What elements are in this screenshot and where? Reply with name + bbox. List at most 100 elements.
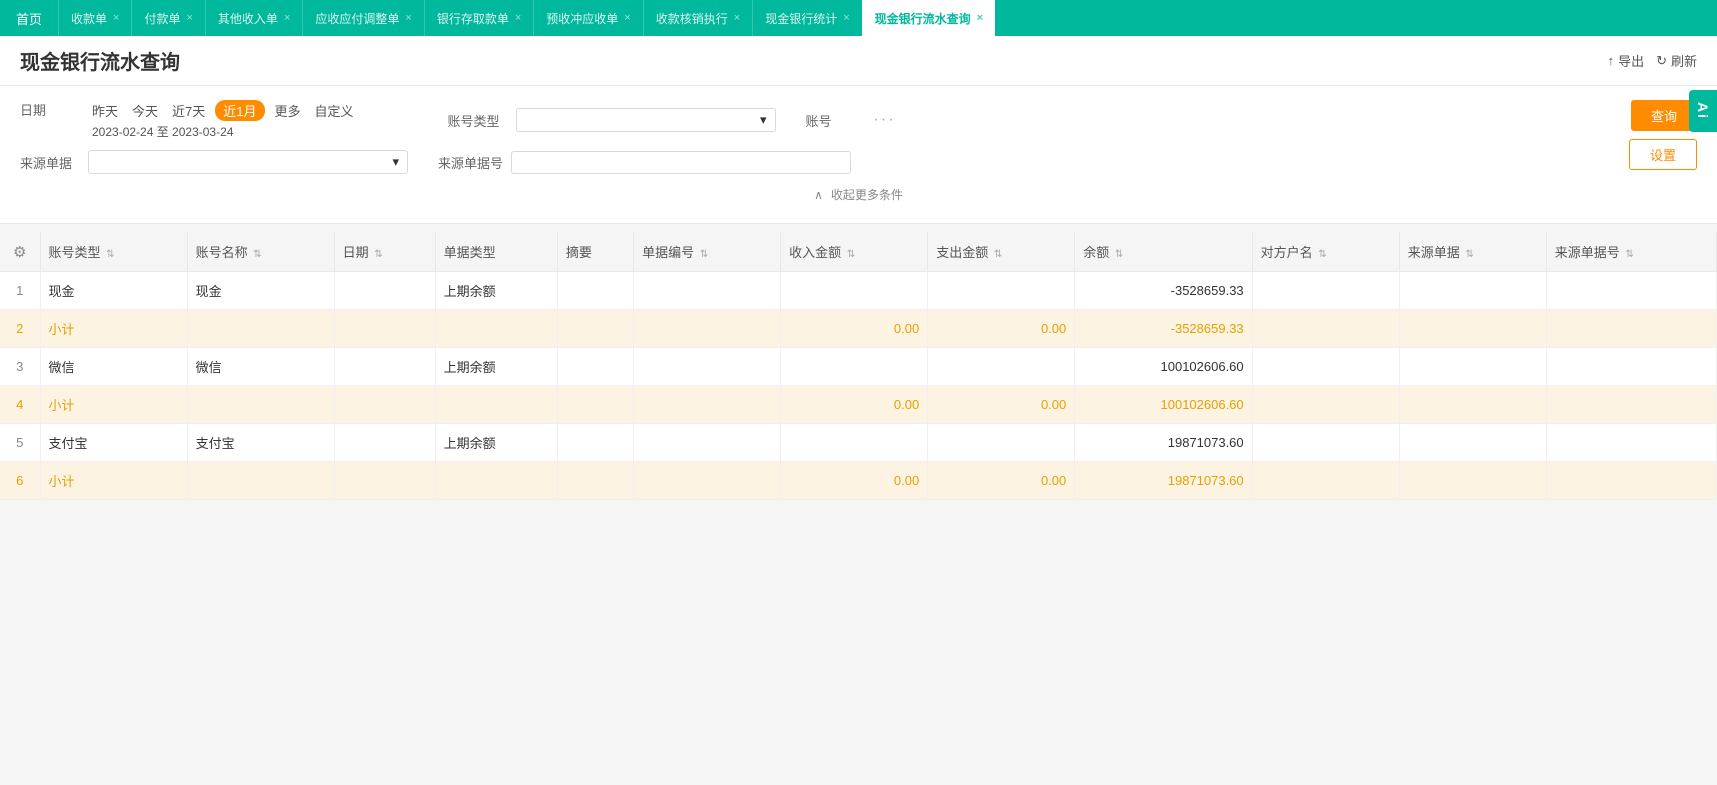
nav-tab-yushou-chong[interactable]: 预收冲应收单 × [533,0,642,36]
row-doc-type [435,386,557,424]
source-doc-select[interactable]: ▾ [88,150,408,174]
account-type-select[interactable]: ▾ [516,108,776,132]
export-icon: ↑ [1608,53,1615,68]
row-doc-no [634,462,781,500]
nav-tab-yinghang-cunqu[interactable]: 银行存取款单 × [424,0,533,36]
nav-tab-shoukuandan[interactable]: 收款单 × [58,0,131,36]
row-income: 0.00 [781,386,928,424]
row-balance: 100102606.60 [1075,386,1252,424]
row-no: 2 [0,310,40,348]
date-opt-more[interactable]: 更多 [271,100,305,121]
row-counterpart [1252,272,1399,310]
collapse-bar[interactable]: ∧ 收起更多条件 [20,180,1697,209]
table-header-row: ⚙ 账号类型 ⇅ 账号名称 ⇅ 日期 ⇅ 单据类型 摘要 [0,232,1717,272]
close-icon[interactable]: × [284,12,290,24]
close-icon[interactable]: × [843,12,849,24]
table-row: 4 小计 0.00 0.00 100102606.60 [0,386,1717,424]
column-summary[interactable]: 摘要 [557,232,633,272]
close-icon[interactable]: × [113,12,119,24]
setting-button[interactable]: 设置 [1629,139,1697,170]
row-doc-type: 上期余额 [435,424,557,462]
date-range-display: 2023-02-24 至 2023-03-24 [92,123,358,140]
date-opt-7days[interactable]: 近7天 [168,100,209,121]
row-doc-no [634,310,781,348]
query-button[interactable]: 查询 [1631,100,1697,131]
refresh-button[interactable]: ↻ 刷新 [1656,51,1697,70]
row-no: 5 [0,424,40,462]
close-icon[interactable]: × [515,12,521,24]
nav-home[interactable]: 首页 [0,0,58,36]
sort-icon: ⇅ [1465,249,1473,260]
row-summary [557,310,633,348]
export-button[interactable]: ↑ 导出 [1608,51,1645,70]
table-row: 1 现金 现金 上期余额 -3528659.33 [0,272,1717,310]
table-row: 3 微信 微信 上期余额 100102606.60 [0,348,1717,386]
row-balance: -3528659.33 [1075,272,1252,310]
row-summary [557,462,633,500]
row-doc-type: 上期余额 [435,348,557,386]
nav-tab-yingshouyingfu[interactable]: 应收应付调整单 × [302,0,423,36]
date-opt-1month[interactable]: 近1月 [215,100,264,121]
column-expense[interactable]: 支出金额 ⇅ [928,232,1075,272]
column-balance[interactable]: 余额 ⇅ [1075,232,1252,272]
nav-tab-xianjin-liushui[interactable]: 现金银行流水查询 × [862,0,995,36]
row-balance: 19871073.60 [1075,462,1252,500]
nav-tab-fukuandan[interactable]: 付款单 × [131,0,204,36]
row-no: 3 [0,348,40,386]
nav-tab-qitashouru[interactable]: 其他收入单 × [205,0,302,36]
column-income[interactable]: 收入金额 ⇅ [781,232,928,272]
row-income: 0.00 [781,310,928,348]
column-account-type[interactable]: 账号类型 ⇅ [40,232,187,272]
refresh-icon: ↻ [1656,53,1667,69]
sort-icon: ⇅ [1115,249,1123,260]
column-counterpart[interactable]: 对方户名 ⇅ [1252,232,1399,272]
close-icon[interactable]: × [624,12,630,24]
row-no: 1 [0,272,40,310]
row-account-type: 小计 [40,310,187,348]
row-date [334,348,435,386]
column-date[interactable]: 日期 ⇅ [334,232,435,272]
column-gear[interactable]: ⚙ [0,232,40,272]
data-table: ⚙ 账号类型 ⇅ 账号名称 ⇅ 日期 ⇅ 单据类型 摘要 [0,232,1717,500]
row-account-name: 现金 [187,272,334,310]
source-doc-no-input[interactable] [511,151,851,174]
row-expense: 0.00 [928,386,1075,424]
row-no: 6 [0,462,40,500]
row-source-doc-no [1546,424,1716,462]
row-account-type: 小计 [40,462,187,500]
header-actions: ↑ 导出 ↻ 刷新 [1608,51,1697,70]
column-source-doc[interactable]: 来源单据 ⇅ [1399,232,1546,272]
row-source-doc-no [1546,462,1716,500]
row-account-name: 支付宝 [187,424,334,462]
row-income [781,348,928,386]
page-header: 现金银行流水查询 ↑ 导出 ↻ 刷新 [0,36,1717,86]
sort-icon: ⇅ [994,249,1002,260]
date-opt-custom[interactable]: 自定义 [311,100,358,121]
row-date [334,272,435,310]
column-doc-type[interactable]: 单据类型 [435,232,557,272]
nav-tab-xianjin-tongji[interactable]: 现金银行统计 × [752,0,861,36]
more-options-icon[interactable]: ··· [874,111,896,129]
close-icon[interactable]: × [405,12,411,24]
ai-assistant-badge[interactable]: Ai [1689,90,1717,132]
row-source-doc-no [1546,272,1716,310]
row-income [781,424,928,462]
close-icon[interactable]: × [977,12,983,24]
close-icon[interactable]: × [734,12,740,24]
sort-icon: ⇅ [700,249,708,260]
date-opt-today[interactable]: 今天 [128,100,162,121]
row-doc-type [435,310,557,348]
page-title: 现金银行流水查询 [20,46,180,75]
date-opt-yesterday[interactable]: 昨天 [88,100,122,121]
close-icon[interactable]: × [186,12,192,24]
sort-icon: ⇅ [253,249,261,260]
row-source-doc-no [1546,310,1716,348]
nav-tab-shoukuan-hexiao[interactable]: 收款核销执行 × [643,0,752,36]
row-counterpart [1252,462,1399,500]
row-doc-no [634,348,781,386]
column-doc-no[interactable]: 单据编号 ⇅ [634,232,781,272]
column-source-doc-no[interactable]: 来源单据号 ⇅ [1546,232,1716,272]
gear-icon[interactable]: ⚙ [13,244,26,261]
row-balance: 100102606.60 [1075,348,1252,386]
column-account-name[interactable]: 账号名称 ⇅ [187,232,334,272]
